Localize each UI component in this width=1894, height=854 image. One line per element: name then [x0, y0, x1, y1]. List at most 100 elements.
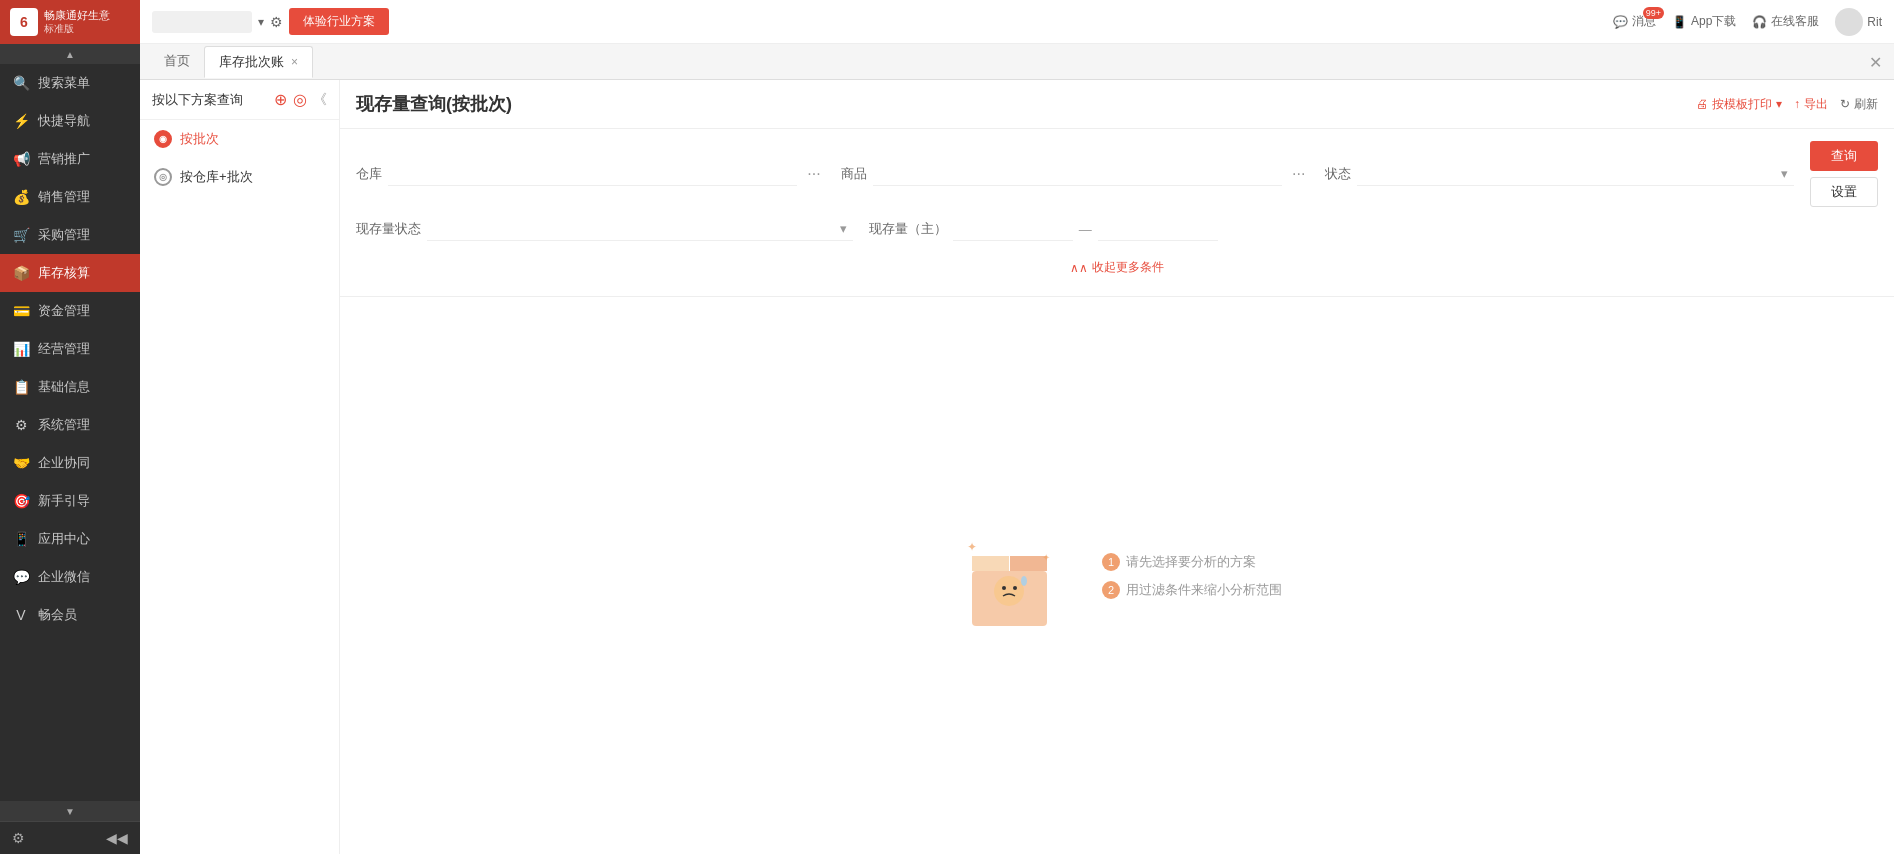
sidebar-item-企业微信[interactable]: 💬企业微信 — [0, 558, 140, 596]
tab-inventory-batch[interactable]: 库存批次账 × — [204, 46, 313, 78]
topbar-left: ▾ ⚙ 体验行业方案 — [152, 8, 1605, 35]
sidebar-item-应用中心[interactable]: 📱 应用中心 — [0, 520, 140, 558]
inventory-status-select[interactable]: ▾ — [427, 217, 853, 241]
sidebar-item-经营管理[interactable]: 📊经营管理 — [0, 330, 140, 368]
sidebar-header: 6 畅康通好生意 标准版 — [0, 0, 140, 44]
status-label: 状态 — [1325, 165, 1351, 183]
sidebar-item-icon-3: 💰 — [12, 188, 30, 206]
collapse-sidebar-icon[interactable]: ◀◀ — [106, 830, 128, 846]
sidebar-item-基础信息[interactable]: 📋基础信息 — [0, 368, 140, 406]
inventory-status-label: 现存量状态 — [356, 220, 421, 238]
svg-text:✦: ✦ — [967, 540, 977, 554]
topbar-dropdown-icon[interactable]: ▾ — [258, 15, 264, 29]
print-dropdown-icon[interactable]: ▾ — [1776, 97, 1782, 111]
sidebar-item-label-12: 应用中心 — [38, 530, 90, 548]
sidebar-item-新手引导[interactable]: 🎯新手引导 — [0, 482, 140, 520]
app-logo: 6 — [10, 8, 38, 36]
app-download-item[interactable]: 📱 App下载 — [1672, 13, 1736, 30]
query-button[interactable]: 查询 — [1810, 141, 1878, 171]
sidebar-item-icon-4: 🛒 — [12, 226, 30, 244]
inventory-qty-label: 现存量（主） — [869, 220, 947, 238]
empty-state: ✦ ✦ 1 请先选择要分析的方案 2 用过滤条件来缩小分析范围 — [340, 297, 1894, 854]
add-scheme-icon[interactable]: ⊕ — [274, 90, 287, 109]
filter-product: 商品 ··· — [841, 162, 1310, 186]
product-more-icon[interactable]: ··· — [1288, 165, 1309, 183]
empty-step-1-text: 请先选择要分析的方案 — [1126, 553, 1256, 571]
warehouse-more-icon[interactable]: ··· — [803, 165, 824, 183]
message-item[interactable]: 💬 消息 99+ — [1613, 13, 1656, 30]
message-icon: 💬 — [1613, 15, 1628, 29]
export-icon: ↑ — [1794, 97, 1800, 111]
status-dropdown-icon: ▾ — [1781, 166, 1788, 181]
product-input[interactable] — [873, 162, 1282, 186]
refresh-button[interactable]: ↻ 刷新 — [1840, 96, 1878, 113]
sidebar-item-库存核算[interactable]: 📦库存核算 — [0, 254, 140, 292]
empty-illustration: ✦ ✦ — [952, 516, 1072, 636]
sidebar-scroll-down[interactable]: ▼ — [0, 801, 140, 821]
main-content: ▾ ⚙ 体验行业方案 💬 消息 99+ 📱 App下载 🎧 在线客服 Rit — [140, 0, 1894, 854]
collapse-panel-icon[interactable]: 《 — [313, 91, 327, 109]
status-select[interactable]: ▾ — [1357, 162, 1794, 186]
scheme-item-batch[interactable]: ◉ 按批次 — [140, 120, 339, 158]
empty-text: 1 请先选择要分析的方案 2 用过滤条件来缩小分析范围 — [1102, 553, 1282, 599]
sidebar-item-搜索菜单[interactable]: 🔍搜索菜单 — [0, 64, 140, 102]
sidebar-item-icon-7: 📊 — [12, 340, 30, 358]
sidebar-item-label-4: 采购管理 — [38, 226, 90, 244]
sidebar-item-畅会员[interactable]: V畅会员 — [0, 596, 140, 634]
tab-home-label: 首页 — [164, 52, 190, 70]
warehouse-input[interactable] — [388, 162, 797, 186]
scheme-item-warehouse-batch[interactable]: ◎ 按仓库+批次 — [140, 158, 339, 196]
title-actions: 🖨 按模板打印 ▾ ↑ 导出 ↻ 刷新 — [1696, 96, 1878, 113]
svg-point-1 — [994, 576, 1024, 606]
tab-close-icon[interactable]: × — [291, 55, 298, 69]
sidebar-item-label-1: 快捷导航 — [38, 112, 90, 130]
svg-point-4 — [1021, 576, 1027, 586]
left-panel-header: 按以下方案查询 ⊕ ◎ 《 — [140, 80, 339, 120]
search-input[interactable] — [152, 11, 252, 33]
export-button[interactable]: ↑ 导出 — [1794, 96, 1828, 113]
inventory-qty-dash: — — [1079, 222, 1092, 237]
app-download-icon: 📱 — [1672, 15, 1687, 29]
sidebar-item-采购管理[interactable]: 🛒 采购管理 — [0, 216, 140, 254]
inventory-qty-from-input[interactable] — [953, 217, 1073, 241]
sidebar: 6 畅康通好生意 标准版 ▲ 🔍搜索菜单⚡快捷导航📢营销推广💰销售管理 🛒 采购管理… — [0, 0, 140, 854]
product-label: 商品 — [841, 165, 867, 183]
sidebar-item-label-11: 新手引导 — [38, 492, 90, 510]
scheme-list: ◉ 按批次 ◎ 按仓库+批次 — [140, 120, 339, 196]
svg-point-2 — [1002, 586, 1006, 590]
inventory-status-dropdown-icon: ▾ — [840, 221, 847, 236]
step-2-num: 2 — [1102, 581, 1120, 599]
sidebar-item-label-0: 搜索菜单 — [38, 74, 90, 92]
sidebar-item-label-2: 营销推广 — [38, 150, 90, 168]
user-item[interactable]: Rit — [1835, 8, 1882, 36]
sidebar-item-label-9: 系统管理 — [38, 416, 90, 434]
print-button[interactable]: 🖨 按模板打印 ▾ — [1696, 96, 1782, 113]
sidebar-item-销售管理[interactable]: 💰销售管理 — [0, 178, 140, 216]
settings-icon[interactable]: ⚙ — [12, 830, 25, 846]
sidebar-item-资金管理[interactable]: 💳资金管理 — [0, 292, 140, 330]
online-service-item[interactable]: 🎧 在线客服 — [1752, 13, 1819, 30]
scheme-settings-icon[interactable]: ◎ — [293, 90, 307, 109]
topbar: ▾ ⚙ 体验行业方案 💬 消息 99+ 📱 App下载 🎧 在线客服 Rit — [140, 0, 1894, 44]
sidebar-item-系统管理[interactable]: ⚙系统管理 — [0, 406, 140, 444]
tab-bar-close-icon[interactable]: ✕ — [1869, 52, 1882, 71]
collapse-more-btn[interactable]: ∧∧ 收起更多条件 — [356, 251, 1878, 284]
sidebar-item-icon-6: 💳 — [12, 302, 30, 320]
left-panel-title: 按以下方案查询 — [152, 91, 243, 109]
filter-inventory-qty: 现存量（主） — — [869, 217, 1366, 241]
headset-icon: 🎧 — [1752, 15, 1767, 29]
scheme-warehouse-batch-label: 按仓库+批次 — [180, 168, 253, 186]
sidebar-item-营销推广[interactable]: 📢营销推广 — [0, 140, 140, 178]
filter-settings-button[interactable]: 设置 — [1810, 177, 1878, 207]
sidebar-item-icon-12: 📱 — [12, 530, 30, 548]
scheme-batch-icon: ◉ — [154, 130, 172, 148]
tab-home[interactable]: 首页 — [150, 46, 204, 78]
scheme-batch-label: 按批次 — [180, 130, 219, 148]
sidebar-item-icon-10: 🤝 — [12, 454, 30, 472]
sidebar-item-快捷导航[interactable]: ⚡快捷导航 — [0, 102, 140, 140]
sidebar-scroll-up[interactable]: ▲ — [0, 44, 140, 64]
sidebar-item-企业协同[interactable]: 🤝企业协同 — [0, 444, 140, 482]
trial-button[interactable]: 体验行业方案 — [289, 8, 389, 35]
inventory-qty-to-input[interactable] — [1098, 217, 1218, 241]
topbar-gear-icon[interactable]: ⚙ — [270, 14, 283, 30]
